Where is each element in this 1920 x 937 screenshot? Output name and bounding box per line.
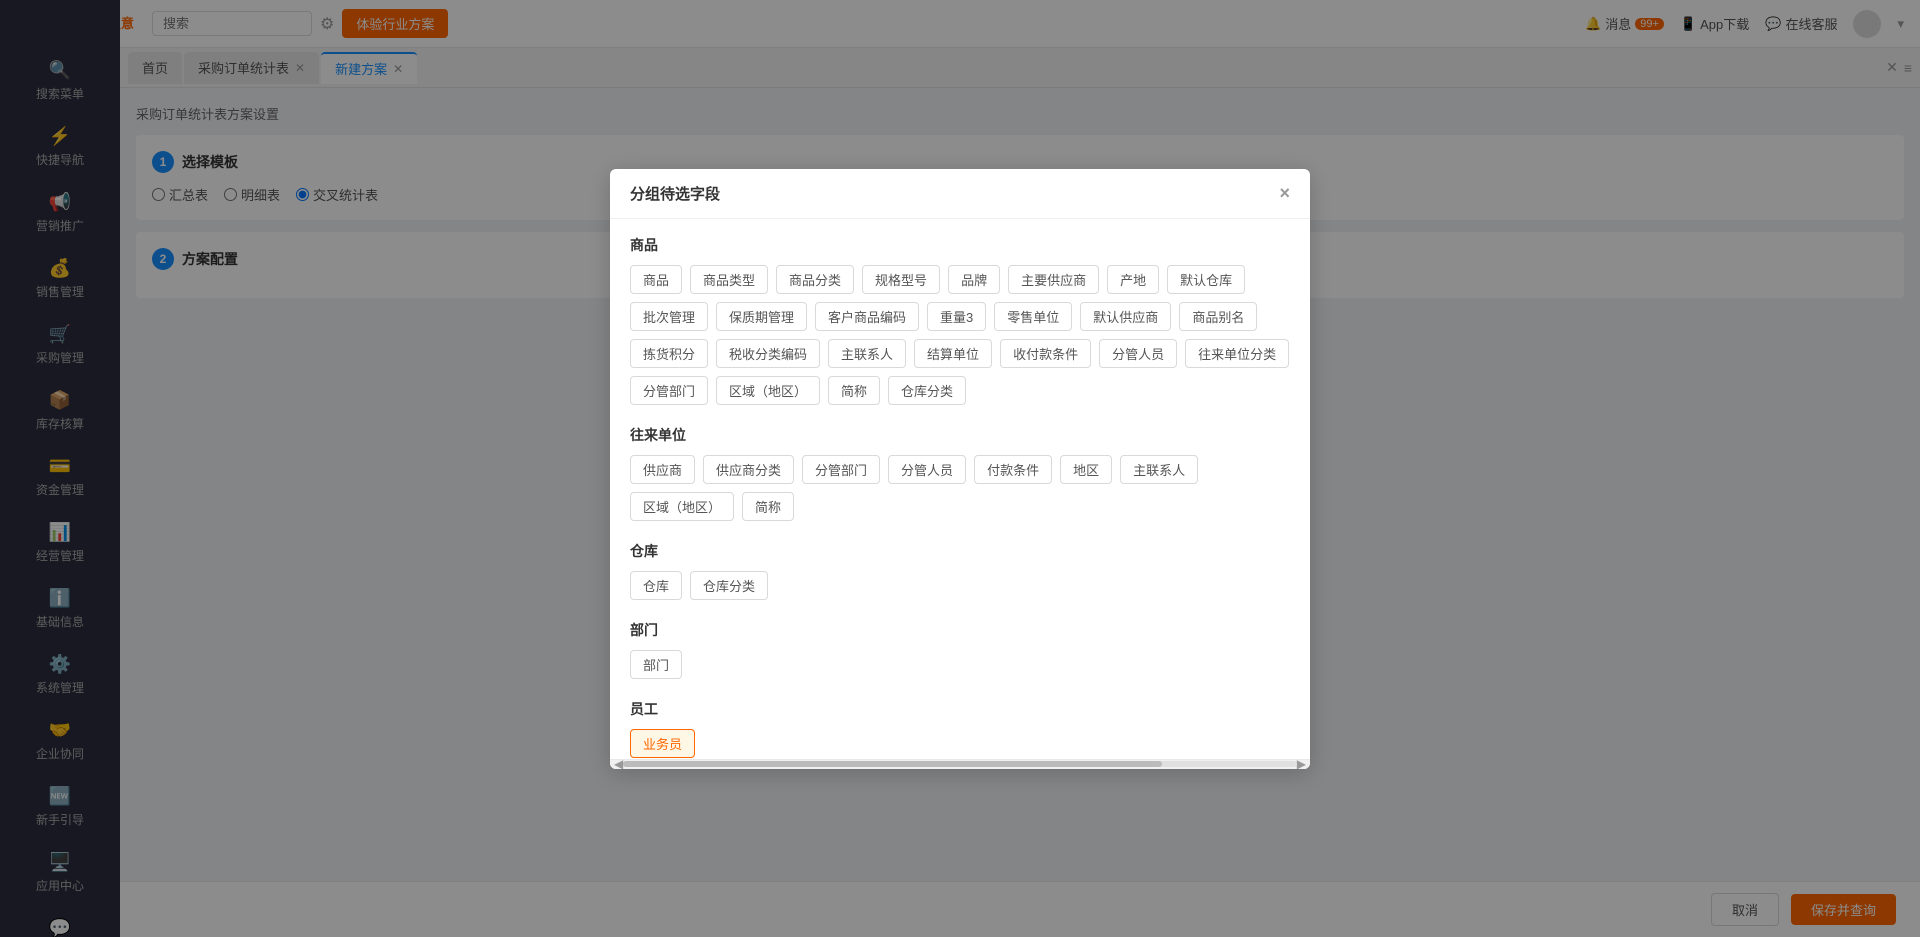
field-tag-partner-8[interactable]: 简称 xyxy=(742,492,794,521)
field-tag-goods-12[interactable]: 零售单位 xyxy=(994,302,1072,331)
field-tag-goods-15[interactable]: 拣货积分 xyxy=(630,339,708,368)
modal-body[interactable]: 商品商品商品类型商品分类规格型号品牌主要供应商产地默认仓库批次管理保质期管理客户… xyxy=(610,219,1310,759)
field-tag-partner-1[interactable]: 供应商分类 xyxy=(703,455,794,484)
field-tag-goods-23[interactable]: 区域（地区） xyxy=(716,376,820,405)
modal-close-btn[interactable]: × xyxy=(1279,183,1290,204)
field-tag-goods-10[interactable]: 客户商品编码 xyxy=(815,302,919,331)
field-tag-partner-0[interactable]: 供应商 xyxy=(630,455,695,484)
field-tag-goods-18[interactable]: 结算单位 xyxy=(914,339,992,368)
field-tags-department: 部门 xyxy=(630,650,1290,679)
field-tags-warehouse: 仓库仓库分类 xyxy=(630,571,1290,600)
section-warehouse: 仓库仓库仓库分类 xyxy=(630,541,1290,600)
modal-overlay: 分组待选字段 × 商品商品商品类型商品分类规格型号品牌主要供应商产地默认仓库批次… xyxy=(0,0,1920,937)
field-tag-goods-8[interactable]: 批次管理 xyxy=(630,302,708,331)
scrollbar-track xyxy=(623,761,1297,767)
section-title-goods: 商品 xyxy=(630,235,1290,255)
field-tag-goods-2[interactable]: 商品分类 xyxy=(776,265,854,294)
section-partner: 往来单位供应商供应商分类分管部门分管人员付款条件地区主联系人区域（地区） 简称 xyxy=(630,425,1290,521)
field-tags-employee: 业务员 xyxy=(630,729,1290,758)
field-tag-partner-3[interactable]: 分管人员 xyxy=(888,455,966,484)
field-tag-goods-24[interactable]: 简称 xyxy=(828,376,880,405)
modal-header: 分组待选字段 × xyxy=(610,169,1310,219)
section-title-department: 部门 xyxy=(630,620,1290,640)
field-tag-goods-19[interactable]: 收付款条件 xyxy=(1000,339,1091,368)
field-tag-goods-3[interactable]: 规格型号 xyxy=(862,265,940,294)
section-employee: 员工业务员 xyxy=(630,699,1290,758)
field-tag-goods-16[interactable]: 税收分类编码 xyxy=(716,339,820,368)
section-department: 部门部门 xyxy=(630,620,1290,679)
section-title-warehouse: 仓库 xyxy=(630,541,1290,561)
field-tag-partner-7[interactable]: 区域（地区） xyxy=(630,492,734,521)
scrollbar-right-arrow[interactable]: ▶ xyxy=(1297,757,1306,769)
field-tags-goods: 商品商品类型商品分类规格型号品牌主要供应商产地默认仓库批次管理保质期管理客户商品… xyxy=(630,265,1290,405)
field-tag-goods-1[interactable]: 商品类型 xyxy=(690,265,768,294)
field-tag-goods-25[interactable]: 仓库分类 xyxy=(888,376,966,405)
field-tag-partner-6[interactable]: 主联系人 xyxy=(1120,455,1198,484)
field-tag-goods-20[interactable]: 分管人员 xyxy=(1099,339,1177,368)
field-tag-partner-5[interactable]: 地区 xyxy=(1060,455,1112,484)
field-tag-goods-14[interactable]: 商品别名 xyxy=(1179,302,1257,331)
field-tag-partner-4[interactable]: 付款条件 xyxy=(974,455,1052,484)
field-tag-warehouse-0[interactable]: 仓库 xyxy=(630,571,682,600)
field-tag-goods-22[interactable]: 分管部门 xyxy=(630,376,708,405)
field-tag-goods-5[interactable]: 主要供应商 xyxy=(1008,265,1099,294)
field-tag-partner-2[interactable]: 分管部门 xyxy=(802,455,880,484)
field-tags-partner: 供应商供应商分类分管部门分管人员付款条件地区主联系人区域（地区） 简称 xyxy=(630,455,1290,521)
field-tag-department-0[interactable]: 部门 xyxy=(630,650,682,679)
scrollbar-left-arrow[interactable]: ◀ xyxy=(614,757,623,769)
section-title-employee: 员工 xyxy=(630,699,1290,719)
section-title-partner: 往来单位 xyxy=(630,425,1290,445)
modal-title: 分组待选字段 xyxy=(630,183,720,204)
field-tag-employee-0[interactable]: 业务员 xyxy=(630,729,695,758)
field-tag-goods-4[interactable]: 品牌 xyxy=(948,265,1000,294)
field-tag-goods-17[interactable]: 主联系人 xyxy=(828,339,906,368)
scrollbar-thumb xyxy=(623,761,1162,767)
field-tag-goods-7[interactable]: 默认仓库 xyxy=(1167,265,1245,294)
field-tag-goods-21[interactable]: 往来单位分类 xyxy=(1185,339,1289,368)
field-tag-goods-13[interactable]: 默认供应商 xyxy=(1080,302,1171,331)
field-tag-goods-11[interactable]: 重量3 xyxy=(927,302,986,331)
modal-dialog: 分组待选字段 × 商品商品商品类型商品分类规格型号品牌主要供应商产地默认仓库批次… xyxy=(610,169,1310,769)
field-tag-goods-6[interactable]: 产地 xyxy=(1107,265,1159,294)
modal-scrollbar: ◀ ▶ xyxy=(610,759,1310,769)
field-tag-goods-9[interactable]: 保质期管理 xyxy=(716,302,807,331)
section-goods: 商品商品商品类型商品分类规格型号品牌主要供应商产地默认仓库批次管理保质期管理客户… xyxy=(630,235,1290,405)
field-tag-warehouse-1[interactable]: 仓库分类 xyxy=(690,571,768,600)
field-tag-goods-0[interactable]: 商品 xyxy=(630,265,682,294)
